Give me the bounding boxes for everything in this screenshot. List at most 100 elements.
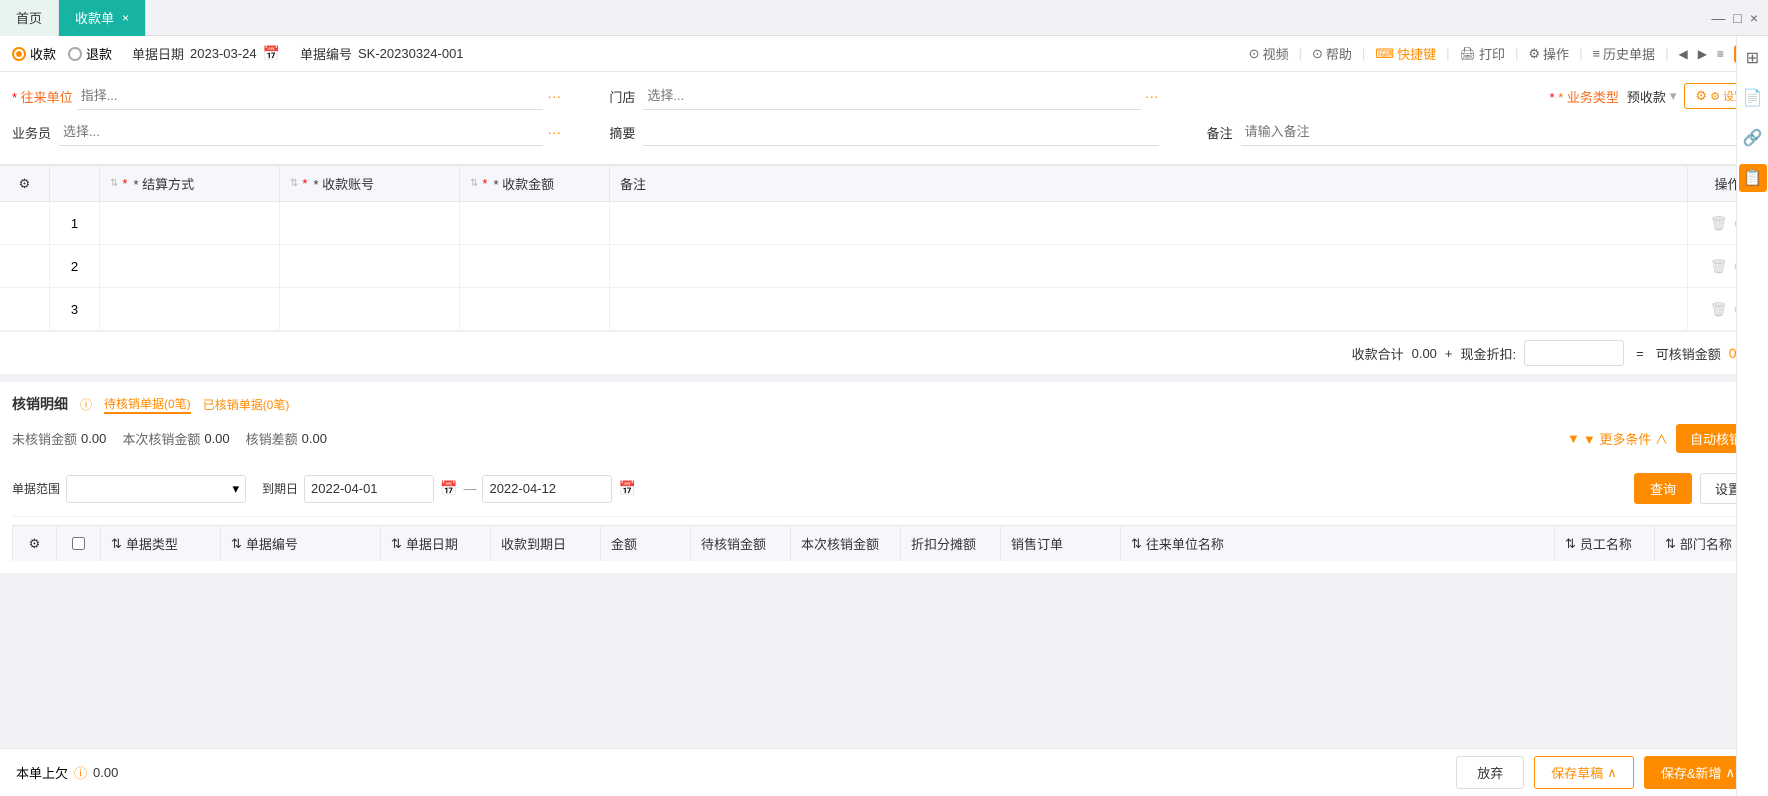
delete-icon-2[interactable]: 🗑	[1710, 258, 1728, 275]
window-maximize-icon[interactable]: □	[1733, 10, 1741, 26]
staff-input[interactable]	[59, 118, 543, 146]
remark-label: 备注	[1207, 123, 1233, 142]
td-settings-2	[0, 245, 50, 287]
td-settlement-2[interactable]	[100, 245, 280, 287]
td-settlement-3[interactable]	[100, 288, 280, 330]
dth-settings-gear-icon: ⚙	[29, 536, 41, 552]
due-date-to[interactable]	[482, 475, 612, 503]
dth-checkbox[interactable]	[57, 526, 101, 561]
bottom-info-label: 本单上欠	[16, 763, 68, 782]
td-amount-1[interactable]	[460, 202, 610, 244]
staff-more-icon[interactable]: ···	[547, 124, 561, 140]
window-minimize-icon[interactable]: —	[1711, 10, 1725, 26]
filter-icon: ▼	[1567, 431, 1580, 446]
range-label: 单据范围	[12, 480, 60, 497]
operation-btn[interactable]: ⚙ 操作	[1528, 44, 1569, 63]
select-all-checkbox[interactable]	[72, 537, 85, 550]
range-select[interactable]: ▾	[66, 475, 246, 503]
business-type-dropdown-icon[interactable]: ▾	[1670, 88, 1677, 104]
query-button[interactable]: 查询	[1634, 473, 1692, 504]
summary-input[interactable]	[643, 118, 1158, 146]
form-row-1: 往来单位 ··· 门店 ··· * 业务类型 预收款 ▾ ⚙ ⚙ 设置	[12, 82, 1756, 110]
sidebar-doc-icon[interactable]: 📄	[1739, 84, 1767, 112]
view-list-icon[interactable]: ≡	[1717, 47, 1724, 61]
tab-done[interactable]: 已核销单据(0笔)	[203, 396, 290, 413]
sidebar-table-icon[interactable]: ⊞	[1742, 44, 1763, 72]
window-close-icon[interactable]: ×	[1750, 10, 1758, 26]
th-amount: ⇅ * * 收款金额	[460, 166, 610, 201]
remark-input[interactable]	[1241, 118, 1756, 146]
due-date-from[interactable]	[304, 475, 434, 503]
date-field: 单据日期 2023-03-24 📅	[132, 44, 280, 63]
business-type-field: * 业务类型 预收款 ▾ ⚙ ⚙ 设置	[1207, 83, 1756, 109]
history-icon: ≡	[1592, 46, 1600, 61]
tab-pending[interactable]: 待核销单据(0笔)	[104, 395, 191, 414]
data-table-header: ⚙ ⇅ 单据类型 ⇅ 单据编号 ⇅ 单据日期 收款到期日 金额	[12, 525, 1756, 561]
tab-receipt[interactable]: 收款单 ×	[59, 0, 146, 36]
delete-icon-3[interactable]: 🗑	[1710, 301, 1728, 318]
toolbar-right: ⊙ 视频 | ⊙ 帮助 | ⌨ 快捷键 | 🖨 打印 | ⚙ 操作	[1249, 44, 1756, 63]
td-account-1[interactable]	[280, 202, 460, 244]
partner-field: 往来单位 ···	[12, 82, 561, 110]
shop-input[interactable]	[643, 82, 1140, 110]
info-icon[interactable]: ⓘ	[80, 396, 92, 413]
due-date-label: 到期日	[262, 480, 298, 497]
video-btn[interactable]: ⊙ 视频	[1249, 44, 1289, 63]
nav-prev-icon[interactable]: ◀	[1678, 47, 1687, 61]
form-row-2: 业务员 ··· 摘要 备注	[12, 118, 1756, 146]
shortcut-btn[interactable]: ⌨ 快捷键	[1375, 44, 1436, 63]
doc-num-value: SK-20230324-001	[358, 46, 464, 61]
cal-icon-to[interactable]: 📅	[618, 480, 635, 497]
dth-staff: ⇅ 员工名称	[1555, 526, 1655, 561]
filter-row: 单据范围 ▾ 到期日 📅 — 📅 查询 设置	[12, 465, 1756, 517]
th-settings[interactable]: ⚙	[0, 166, 50, 201]
plus-symbol: +	[1445, 346, 1453, 361]
date-calendar-icon[interactable]: 📅	[263, 45, 280, 62]
bottom-bar: 本单上欠 ⓘ 0.00 放弃 保存草稿 ∧ 保存&新增 ∧	[0, 748, 1768, 796]
discount-input[interactable]	[1524, 340, 1624, 366]
td-note-2[interactable]	[610, 245, 1688, 287]
td-settlement-1[interactable]	[100, 202, 280, 244]
receipt-table: ⚙ ⇅ * * 结算方式 ⇅ * * 收款账号 ⇅ * * 收款金额 备注	[0, 165, 1768, 331]
dth-partner: ⇅ 往来单位名称	[1121, 526, 1555, 561]
radio-receipt[interactable]: 收款	[12, 44, 56, 63]
delete-icon-1[interactable]: 🗑	[1710, 215, 1728, 232]
business-type-label: * 业务类型	[1550, 87, 1619, 106]
tab-home[interactable]: 首页	[0, 0, 59, 36]
settings-gear-icon: ⚙	[19, 176, 31, 192]
partner-more-icon[interactable]: ···	[547, 88, 561, 104]
radio-refund-label: 退款	[86, 44, 112, 63]
bottom-info-icon[interactable]: ⓘ	[74, 763, 87, 782]
td-amount-3[interactable]	[460, 288, 610, 330]
partner-label: 往来单位	[12, 87, 73, 106]
sidebar-active-icon[interactable]: 📋	[1739, 164, 1767, 192]
tab-close-icon[interactable]: ×	[122, 11, 129, 25]
shop-more-icon[interactable]: ···	[1145, 88, 1159, 104]
print-btn[interactable]: 🖨 打印	[1459, 44, 1505, 63]
doc-num-label: 单据编号	[300, 44, 352, 63]
radio-refund[interactable]: 退款	[68, 44, 112, 63]
th-note: 备注	[610, 166, 1688, 201]
filter-more-btn[interactable]: ▼ ▼ 更多条件 ∧	[1567, 429, 1668, 448]
partner-input[interactable]	[77, 82, 544, 110]
td-account-2[interactable]	[280, 245, 460, 287]
td-note-3[interactable]	[610, 288, 1688, 330]
history-btn[interactable]: ≡ 历史单据	[1592, 44, 1655, 63]
help-btn[interactable]: ⊙ 帮助	[1312, 44, 1352, 63]
sort-icon-3: ⇅	[470, 178, 478, 189]
dth-settings[interactable]: ⚙	[13, 526, 57, 561]
td-account-3[interactable]	[280, 288, 460, 330]
abandon-button[interactable]: 放弃	[1456, 756, 1524, 789]
dth-pending: 待核销金额	[691, 526, 791, 561]
table-row: 3 🗑 ⊕	[0, 288, 1768, 331]
cal-icon-from[interactable]: 📅	[440, 480, 457, 497]
save-draft-button[interactable]: 保存草稿 ∧	[1534, 756, 1634, 789]
sidebar-link-icon[interactable]: 🔗	[1739, 124, 1767, 152]
td-settings-3	[0, 288, 50, 330]
doc-num-field: 单据编号 SK-20230324-001	[300, 44, 464, 63]
nav-next-icon[interactable]: ▶	[1698, 47, 1707, 61]
td-amount-2[interactable]	[460, 245, 610, 287]
td-note-1[interactable]	[610, 202, 1688, 244]
th-num	[50, 166, 100, 201]
range-field: 单据范围 ▾	[12, 475, 246, 503]
